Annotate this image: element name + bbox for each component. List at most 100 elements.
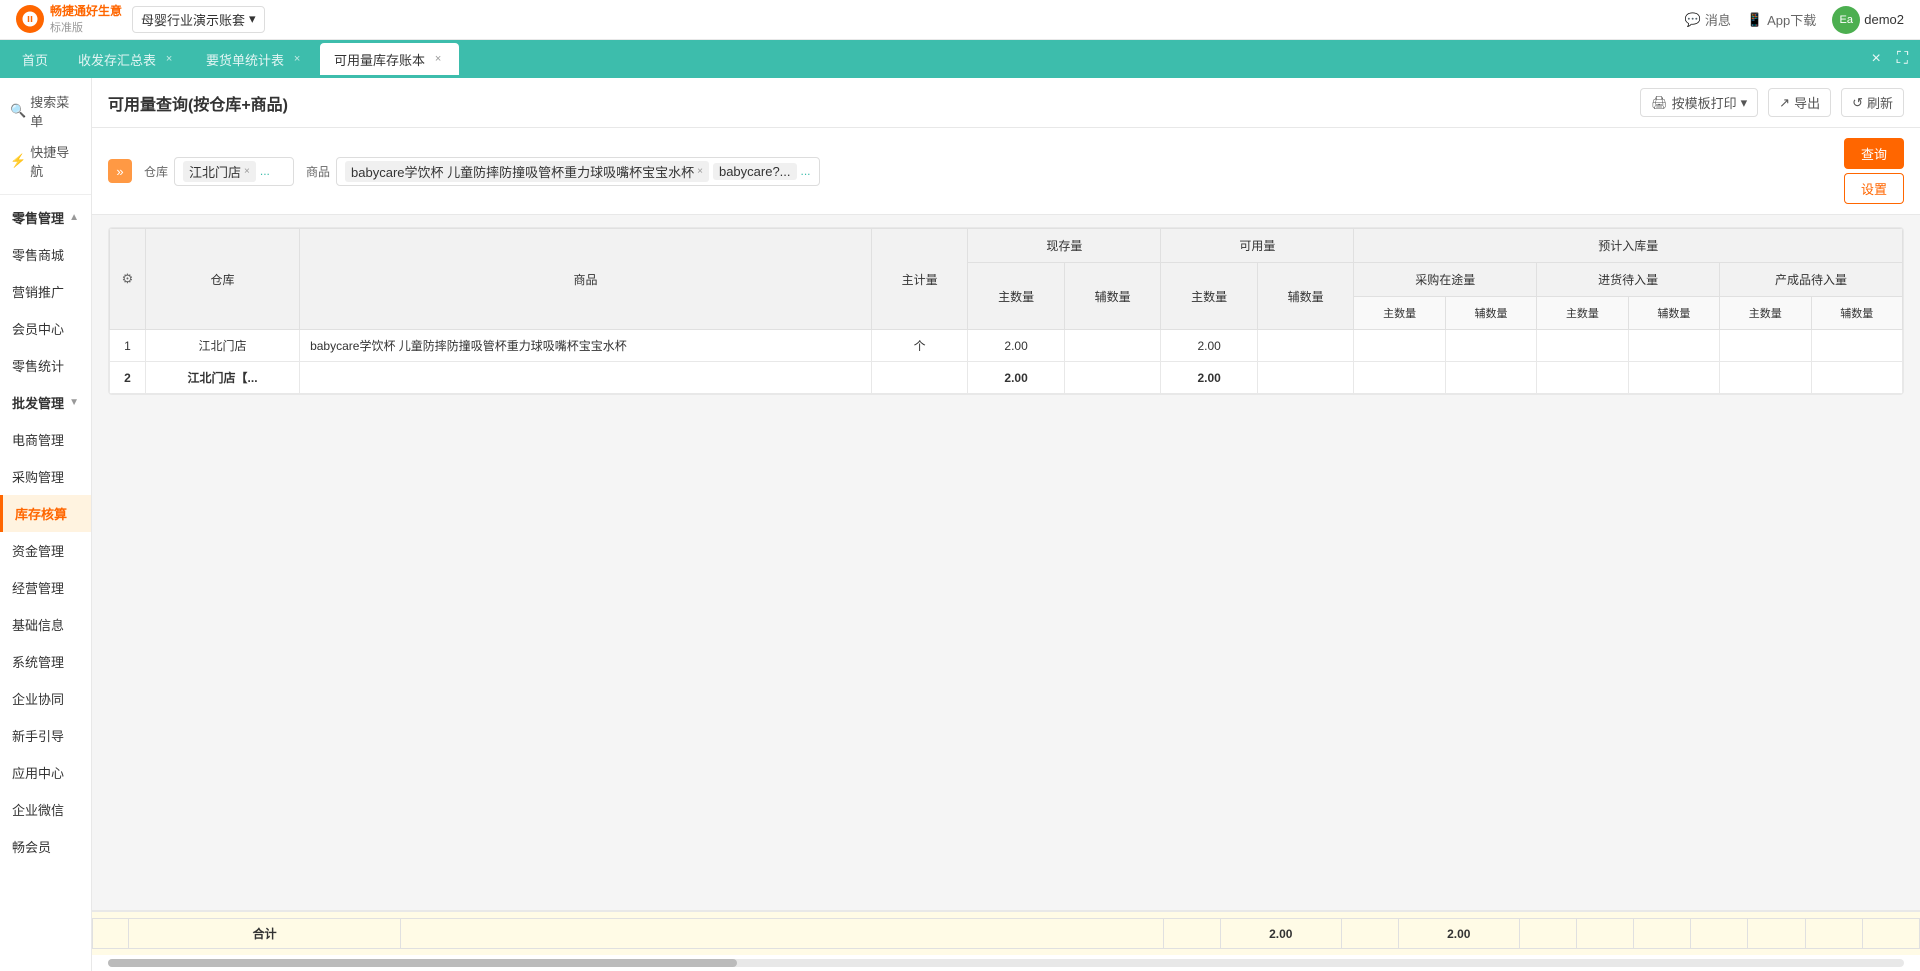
export-btn[interactable]: ↗ 导出	[1768, 88, 1831, 117]
stock-col-header: 现存量	[968, 229, 1161, 263]
sidebar-item-enterprise-wechat[interactable]: 企业微信	[0, 791, 91, 828]
sidebar-item-enterprise[interactable]: 企业协同	[0, 680, 91, 717]
page-content-area: 可用量查询(按仓库+商品) 🖨 按模板打印 ▾ ↗ 导出 ↺ 刷新	[92, 78, 1920, 971]
message-icon: 💬	[1685, 12, 1701, 28]
product-filter-tags[interactable]: babycare学饮杯 儿童防摔防撞吸管杯重力球吸嘴杯宝宝水杯 × babyca…	[336, 157, 820, 186]
sidebar-item-member[interactable]: 会员中心	[0, 310, 91, 347]
row-1-pur-qty	[1354, 330, 1445, 362]
product-col-header: 商品	[300, 229, 872, 330]
sidebar-item-wholesale-mgmt[interactable]: 批发管理 ▼	[0, 384, 91, 421]
tab-recv-send-close[interactable]: ×	[162, 52, 176, 66]
tab-available-stock-close[interactable]: ×	[431, 52, 445, 66]
row-1-avail-qty: 2.00	[1161, 330, 1258, 362]
print-btn[interactable]: 🖨 按模板打印 ▾	[1640, 88, 1758, 117]
row-1-product: babycare学饮杯 儿童防摔防撞吸管杯重力球吸嘴杯宝宝水杯	[300, 330, 872, 362]
prod-aux-sub: 辅数量	[1811, 297, 1903, 330]
row-2-in-qty	[1537, 362, 1628, 394]
row-2-in-aux	[1628, 362, 1719, 394]
sidebar-item-operations[interactable]: 经营管理	[0, 569, 91, 606]
close-all-icon[interactable]: ×	[1867, 46, 1884, 72]
scroll-track[interactable]	[108, 959, 1904, 967]
account-selector[interactable]: 母婴行业演示账套 ▾	[132, 6, 265, 33]
sidebar-item-inventory[interactable]: 库存核算	[0, 495, 91, 532]
page-title: 可用量查询(按仓库+商品)	[108, 91, 288, 115]
tab-available-stock[interactable]: 可用量库存账本 ×	[320, 43, 459, 75]
row-2-no: 2	[110, 362, 146, 394]
tab-available-stock-label: 可用量库存账本	[334, 50, 425, 69]
warehouse-tag-1: 江北门店 ×	[183, 161, 256, 182]
refresh-btn[interactable]: ↺ 刷新	[1841, 88, 1904, 117]
tab-home[interactable]: 首页	[8, 43, 62, 75]
settings-btn[interactable]: 设置	[1844, 173, 1904, 204]
warehouse-tag-1-remove[interactable]: ×	[244, 166, 250, 177]
user-profile[interactable]: Ea demo2	[1832, 6, 1904, 34]
avail-qty-header: 主数量	[1161, 263, 1258, 330]
scroll-thumb[interactable]	[108, 959, 737, 967]
product-tag-1: babycare学饮杯 儿童防摔防撞吸管杯重力球吸嘴杯宝宝水杯 ×	[345, 161, 709, 182]
summary-bar: 合计 2.00 2.00	[92, 910, 1920, 955]
unit-col-header: 主计量	[871, 229, 968, 330]
warehouse-more[interactable]: ...	[260, 164, 270, 178]
gear-icon[interactable]: ⚙	[122, 271, 134, 286]
username: demo2	[1864, 12, 1904, 27]
sidebar-item-finance[interactable]: 资金管理	[0, 532, 91, 569]
row-2-unit	[871, 362, 968, 394]
row-1-avail-aux	[1257, 330, 1354, 362]
filter-expand-btn[interactable]: »	[108, 159, 132, 183]
phone-icon: 📱	[1747, 12, 1763, 28]
query-btn[interactable]: 查询	[1844, 138, 1904, 169]
sidebar-item-system[interactable]: 系统管理	[0, 643, 91, 680]
in-pending-header: 进货待入量	[1537, 263, 1720, 297]
tab-recv-send[interactable]: 收发存汇总表 ×	[64, 43, 190, 75]
sidebar-item-marketing[interactable]: 营销推广	[0, 273, 91, 310]
product-tag-1-remove[interactable]: ×	[697, 166, 703, 177]
sidebar-item-vip[interactable]: 畅会员	[0, 828, 91, 865]
sidebar-item-purchase[interactable]: 采购管理	[0, 458, 91, 495]
search-icon: 🔍	[10, 103, 26, 119]
pur-aux-sub: 辅数量	[1445, 297, 1536, 330]
product-filter-label: 商品	[306, 163, 330, 180]
nav-right-actions: × ⛶	[1867, 46, 1912, 72]
tab-order-stat-close[interactable]: ×	[290, 52, 304, 66]
row-2-pur-qty	[1354, 362, 1445, 394]
expected-in-col-header: 预计入库量	[1354, 229, 1903, 263]
in-qty-sub: 主数量	[1537, 297, 1628, 330]
product-tag-2: babycare?...	[713, 163, 797, 180]
prod-pending-header: 产成品待入量	[1720, 263, 1903, 297]
tab-order-stat-label: 要货单统计表	[206, 50, 284, 69]
sidebar-quicknav[interactable]: ⚡ 快捷导航	[0, 136, 91, 186]
product-more[interactable]: ...	[801, 164, 811, 178]
logo-text-group: 畅捷通好生意 标准版	[50, 4, 122, 34]
tab-home-label: 首页	[22, 50, 48, 69]
row-1-prod-qty	[1720, 330, 1811, 362]
row-2-pur-aux	[1445, 362, 1536, 394]
sidebar-item-retail-stat[interactable]: 零售统计	[0, 347, 91, 384]
top-bar-left: 畅捷通好生意 标准版 母婴行业演示账套 ▾	[16, 4, 265, 34]
row-2-avail-qty: 2.00	[1161, 362, 1258, 394]
avatar: Ea	[1832, 6, 1860, 34]
main-layout: 🔍 搜索菜单 ⚡ 快捷导航 零售管理 ▲ 零售商城 营销推广 会员中心	[0, 78, 1920, 971]
chevron-down-icon: ▼	[69, 397, 79, 408]
warehouse-filter-tags[interactable]: 江北门店 × ...	[174, 157, 294, 186]
avail-aux-header: 辅数量	[1257, 263, 1354, 330]
sidebar-item-appcenter[interactable]: 应用中心	[0, 754, 91, 791]
row-2-stock-aux	[1064, 362, 1161, 394]
logo-text: 畅捷通好生意	[50, 4, 122, 18]
chevron-up-icon: ▲	[69, 212, 79, 223]
export-icon: ↗	[1779, 95, 1790, 111]
top-bar: 畅捷通好生意 标准版 母婴行业演示账套 ▾ 💬 消息 📱 App下载 Ea de…	[0, 0, 1920, 40]
sidebar-item-newguide[interactable]: 新手引导	[0, 717, 91, 754]
tab-order-stat[interactable]: 要货单统计表 ×	[192, 43, 318, 75]
app-download-action[interactable]: 📱 App下载	[1747, 10, 1816, 29]
inventory-table: ⚙ 仓库 商品 主计量 现存量 可用量 预计入库量 主数量 辅数量	[109, 228, 1903, 394]
row-2-product	[300, 362, 872, 394]
row-1-pur-aux	[1445, 330, 1536, 362]
sidebar-item-ecommerce[interactable]: 电商管理	[0, 421, 91, 458]
sidebar-item-retail-mall[interactable]: 零售商城	[0, 236, 91, 273]
fullscreen-icon[interactable]: ⛶	[1893, 46, 1912, 72]
sidebar-item-retail-mgmt[interactable]: 零售管理 ▲	[0, 199, 91, 236]
sidebar-item-base-info[interactable]: 基础信息	[0, 606, 91, 643]
message-action[interactable]: 💬 消息	[1685, 10, 1731, 29]
sidebar-search[interactable]: 🔍 搜索菜单	[0, 86, 91, 136]
row-2-warehouse: 江北门店【...	[146, 362, 300, 394]
